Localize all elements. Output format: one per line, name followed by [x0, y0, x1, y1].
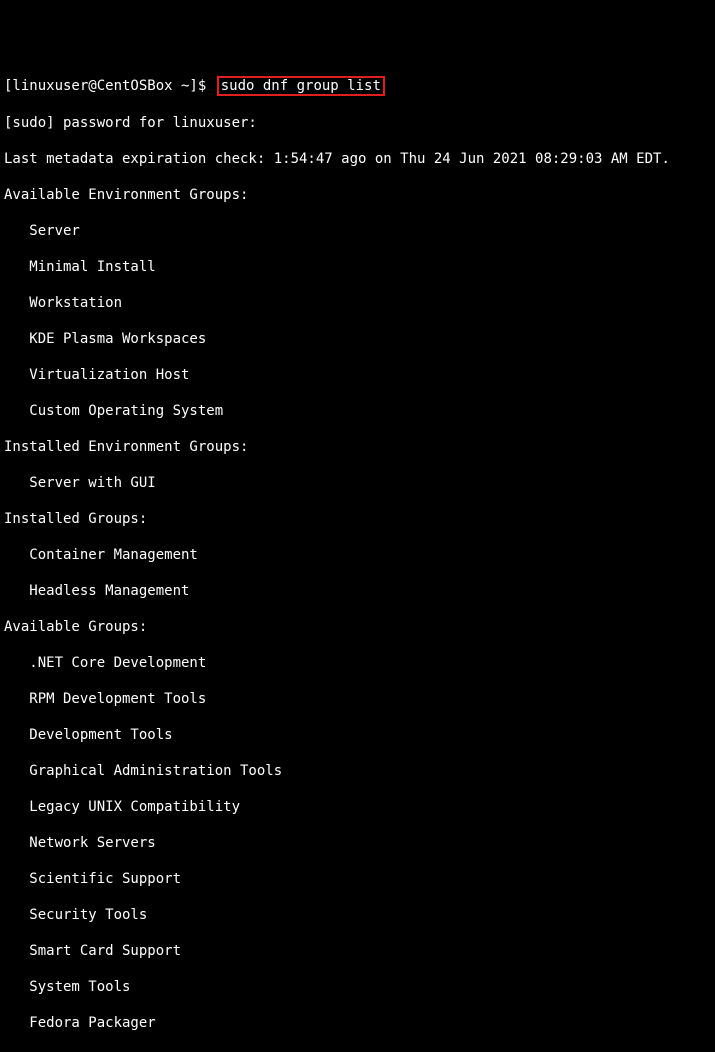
group-item: Smart Card Support [4, 942, 711, 960]
avail-env-header: Available Environment Groups: [4, 186, 711, 204]
group-item: Fedora Packager [4, 1014, 711, 1032]
prompt-line-1: [linuxuser@CentOSBox ~]$ sudo dnf group … [4, 76, 711, 96]
command-text: sudo dnf group list [221, 78, 381, 94]
group-item: Legacy UNIX Compatibility [4, 798, 711, 816]
group-item: .NET Core Development [4, 654, 711, 672]
shell-prompt: [linuxuser@CentOSBox ~]$ [4, 78, 206, 94]
group-item: Graphical Administration Tools [4, 762, 711, 780]
group-item: Virtualization Host [4, 366, 711, 384]
group-item: Server [4, 222, 711, 240]
group-item: RPM Development Tools [4, 690, 711, 708]
group-item: Development Tools [4, 726, 711, 744]
group-item: Custom Operating System [4, 402, 711, 420]
group-item: KDE Plasma Workspaces [4, 330, 711, 348]
group-item: Workstation [4, 294, 711, 312]
group-item: Xfce [4, 1050, 711, 1052]
group-item: Minimal Install [4, 258, 711, 276]
group-item: Headless Management [4, 582, 711, 600]
installed-groups-header: Installed Groups: [4, 510, 711, 528]
group-item: Container Management [4, 546, 711, 564]
group-item: Security Tools [4, 906, 711, 924]
group-item: System Tools [4, 978, 711, 996]
sudo-password-prompt: [sudo] password for linuxuser: [4, 114, 711, 132]
group-item: Scientific Support [4, 870, 711, 888]
group-item: Server with GUI [4, 474, 711, 492]
avail-groups-header: Available Groups: [4, 618, 711, 636]
command-highlight: sudo dnf group list [217, 76, 385, 96]
metadata-line: Last metadata expiration check: 1:54:47 … [4, 150, 711, 168]
installed-env-header: Installed Environment Groups: [4, 438, 711, 456]
group-item: Network Servers [4, 834, 711, 852]
